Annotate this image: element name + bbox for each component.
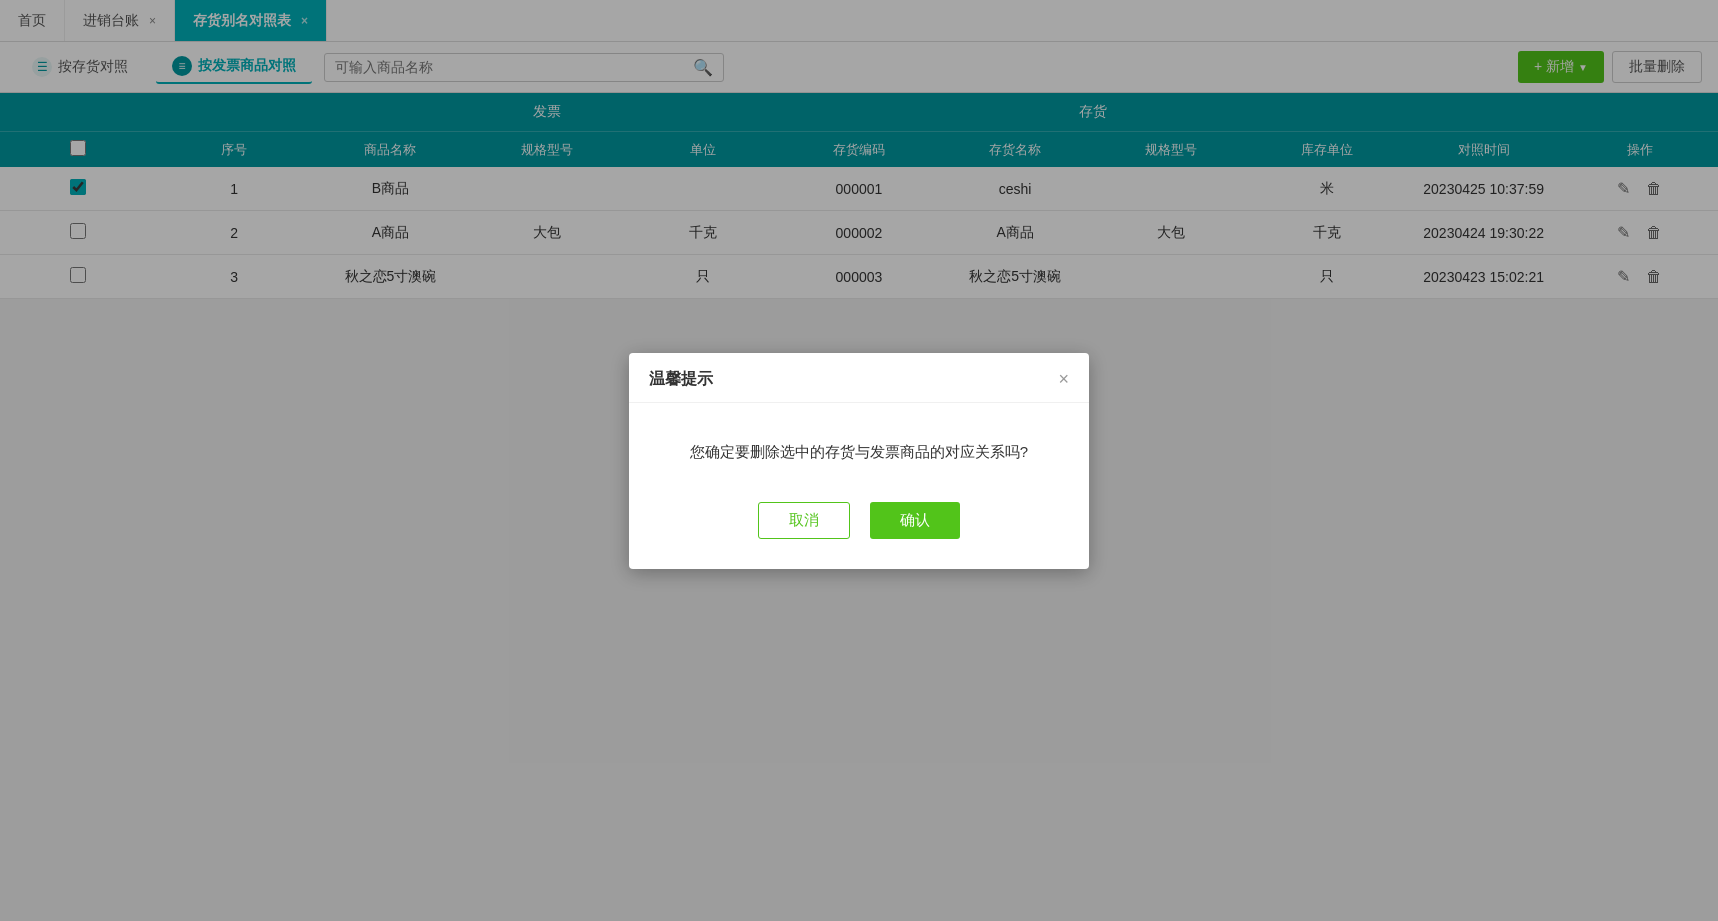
modal-overlay: 温馨提示 × 您确定要删除选中的存货与发票商品的对应关系吗? 取消 确认 xyxy=(0,0,1718,299)
